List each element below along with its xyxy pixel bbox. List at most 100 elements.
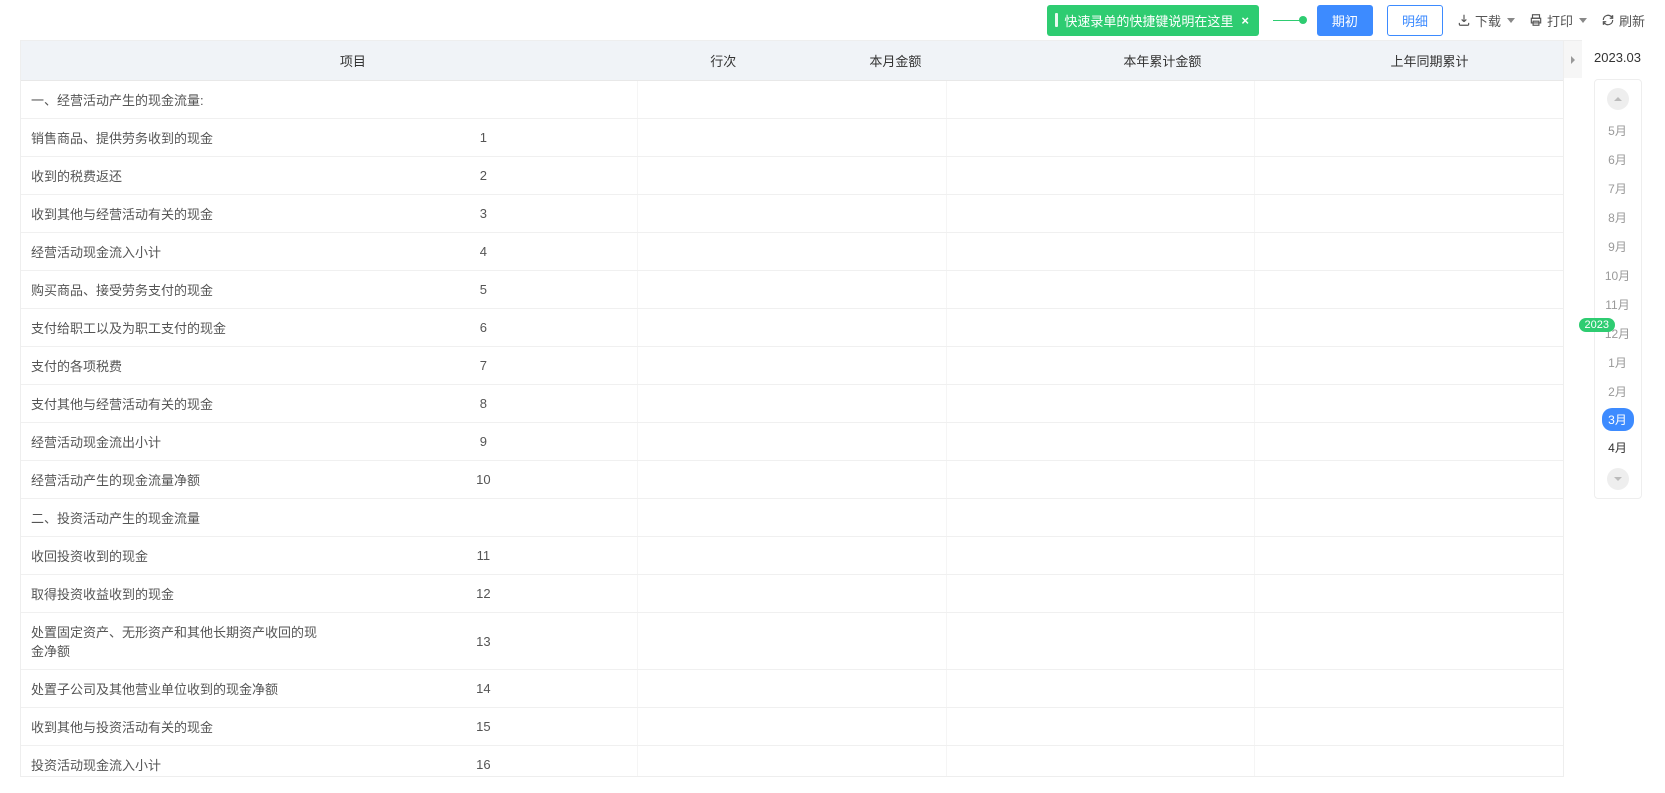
cell-item: 经营活动现金流入小计 bbox=[21, 233, 329, 271]
month-item[interactable]: 8月 bbox=[1605, 203, 1630, 232]
col-item: 项目 bbox=[21, 41, 685, 81]
cell-prev bbox=[1255, 233, 1563, 271]
table-header: 项目 行次 本月金额 本年累计金额 上年同期累计 bbox=[21, 41, 1563, 81]
cell-item: 支付其他与经营活动有关的现金 bbox=[21, 385, 329, 423]
cell-month bbox=[638, 746, 946, 777]
print-button[interactable]: 打印 bbox=[1529, 11, 1587, 30]
table-scroll[interactable]: 一、经营活动产生的现金流量:销售商品、提供劳务收到的现金1收到的税费返还2收到其… bbox=[21, 81, 1563, 776]
month-active[interactable]: 3月 bbox=[1602, 408, 1634, 431]
cell-ytd bbox=[946, 670, 1254, 708]
month-item[interactable]: 4月 bbox=[1595, 433, 1641, 462]
cell-prev bbox=[1255, 271, 1563, 309]
cell-month bbox=[638, 461, 946, 499]
nav-up[interactable] bbox=[1607, 88, 1629, 110]
table-row[interactable]: 投资活动现金流入小计16 bbox=[21, 746, 1563, 777]
table-row[interactable]: 支付给职工以及为职工支付的现金6 bbox=[21, 309, 1563, 347]
period-begin-button[interactable]: 期初 bbox=[1317, 5, 1373, 36]
cell-item: 收回投资收到的现金 bbox=[21, 537, 329, 575]
table-row[interactable]: 经营活动现金流出小计9 bbox=[21, 423, 1563, 461]
cell-ytd bbox=[946, 157, 1254, 195]
month-item[interactable]: 10月 bbox=[1605, 261, 1630, 290]
cell-item: 一、经营活动产生的现金流量: bbox=[21, 81, 329, 119]
cell-line: 10 bbox=[329, 461, 637, 499]
month-item[interactable]: 2月 bbox=[1608, 377, 1627, 406]
cell-prev bbox=[1255, 81, 1563, 119]
month-item[interactable]: 5月 bbox=[1605, 116, 1630, 145]
table-row[interactable]: 支付其他与经营活动有关的现金8 bbox=[21, 385, 1563, 423]
cell-item: 收到其他与经营活动有关的现金 bbox=[21, 195, 329, 233]
cell-month bbox=[638, 195, 946, 233]
refresh-icon bbox=[1601, 13, 1615, 27]
cell-ytd bbox=[946, 575, 1254, 613]
cell-item: 投资活动现金流入小计 bbox=[21, 746, 329, 777]
table-row[interactable]: 销售商品、提供劳务收到的现金1 bbox=[21, 119, 1563, 157]
cell-line: 7 bbox=[329, 347, 637, 385]
cell-item: 购买商品、接受劳务支付的现金 bbox=[21, 271, 329, 309]
month-item[interactable]: 9月 bbox=[1605, 232, 1630, 261]
table-row[interactable]: 收回投资收到的现金11 bbox=[21, 537, 1563, 575]
cell-prev bbox=[1255, 575, 1563, 613]
cell-prev bbox=[1255, 537, 1563, 575]
cell-prev bbox=[1255, 157, 1563, 195]
tip-text: 快速录单的快捷键说明在这里 bbox=[1064, 11, 1233, 30]
table-row[interactable]: 支付的各项税费7 bbox=[21, 347, 1563, 385]
cell-month bbox=[638, 271, 946, 309]
table-row[interactable]: 一、经营活动产生的现金流量: bbox=[21, 81, 1563, 119]
print-label: 打印 bbox=[1547, 11, 1573, 30]
table-row[interactable]: 处置子公司及其他营业单位收到的现金净额14 bbox=[21, 670, 1563, 708]
cell-prev bbox=[1255, 708, 1563, 746]
cell-prev bbox=[1255, 461, 1563, 499]
cell-line: 2 bbox=[329, 157, 637, 195]
cell-item: 经营活动产生的现金流量净额 bbox=[21, 461, 329, 499]
download-button[interactable]: 下载 bbox=[1457, 11, 1515, 30]
toolbar: 快速录单的快捷键说明在这里 × 期初 明细 下载 打印 刷新 bbox=[0, 0, 1665, 40]
month-item[interactable]: 7月 bbox=[1605, 174, 1630, 203]
cell-ytd bbox=[946, 385, 1254, 423]
cell-month bbox=[638, 575, 946, 613]
cell-item: 经营活动现金流出小计 bbox=[21, 423, 329, 461]
cell-ytd bbox=[946, 119, 1254, 157]
download-label: 下载 bbox=[1475, 11, 1501, 30]
cell-month bbox=[638, 157, 946, 195]
chevron-down-icon bbox=[1613, 474, 1623, 484]
refresh-button[interactable]: 刷新 bbox=[1601, 11, 1645, 30]
cell-month bbox=[638, 309, 946, 347]
chevron-down-icon bbox=[1507, 18, 1515, 23]
cell-line: 5 bbox=[329, 271, 637, 309]
cell-item: 支付的各项税费 bbox=[21, 347, 329, 385]
cell-ytd bbox=[946, 423, 1254, 461]
cell-line: 6 bbox=[329, 309, 637, 347]
current-period: 2023.03 bbox=[1594, 40, 1641, 79]
table-row[interactable]: 收到其他与经营活动有关的现金3 bbox=[21, 195, 1563, 233]
month-item[interactable]: 11月 bbox=[1605, 290, 1630, 319]
cell-prev bbox=[1255, 347, 1563, 385]
cell-prev bbox=[1255, 499, 1563, 537]
month-item[interactable]: 1月 bbox=[1608, 348, 1627, 377]
table-row[interactable]: 购买商品、接受劳务支付的现金5 bbox=[21, 271, 1563, 309]
month-item[interactable]: 6月 bbox=[1605, 145, 1630, 174]
cell-prev bbox=[1255, 119, 1563, 157]
cell-line: 1 bbox=[329, 119, 637, 157]
table-row[interactable]: 收到其他与投资活动有关的现金15 bbox=[21, 708, 1563, 746]
table-row[interactable]: 经营活动产生的现金流量净额10 bbox=[21, 461, 1563, 499]
chevron-up-icon bbox=[1613, 94, 1623, 104]
month-nav: 5月6月7月8月9月10月11月12月 2023 1月2月 3月 4月 bbox=[1594, 79, 1642, 499]
cell-prev bbox=[1255, 309, 1563, 347]
cell-month bbox=[638, 119, 946, 157]
nav-down[interactable] bbox=[1607, 468, 1629, 490]
print-icon bbox=[1529, 13, 1543, 27]
cell-month bbox=[638, 233, 946, 271]
cell-item: 收到的税费返还 bbox=[21, 157, 329, 195]
detail-button[interactable]: 明细 bbox=[1387, 5, 1443, 36]
table-row[interactable]: 处置固定资产、无形资产和其他长期资产收回的现金净额13 bbox=[21, 613, 1563, 670]
table-row[interactable]: 收到的税费返还2 bbox=[21, 157, 1563, 195]
cell-item: 销售商品、提供劳务收到的现金 bbox=[21, 119, 329, 157]
expand-handle[interactable] bbox=[1564, 40, 1582, 78]
close-icon[interactable]: × bbox=[1241, 13, 1249, 28]
table-row[interactable]: 二、投资活动产生的现金流量 bbox=[21, 499, 1563, 537]
cell-month bbox=[638, 81, 946, 119]
table-row[interactable]: 经营活动现金流入小计4 bbox=[21, 233, 1563, 271]
cell-prev bbox=[1255, 423, 1563, 461]
download-icon bbox=[1457, 13, 1471, 27]
table-row[interactable]: 取得投资收益收到的现金12 bbox=[21, 575, 1563, 613]
